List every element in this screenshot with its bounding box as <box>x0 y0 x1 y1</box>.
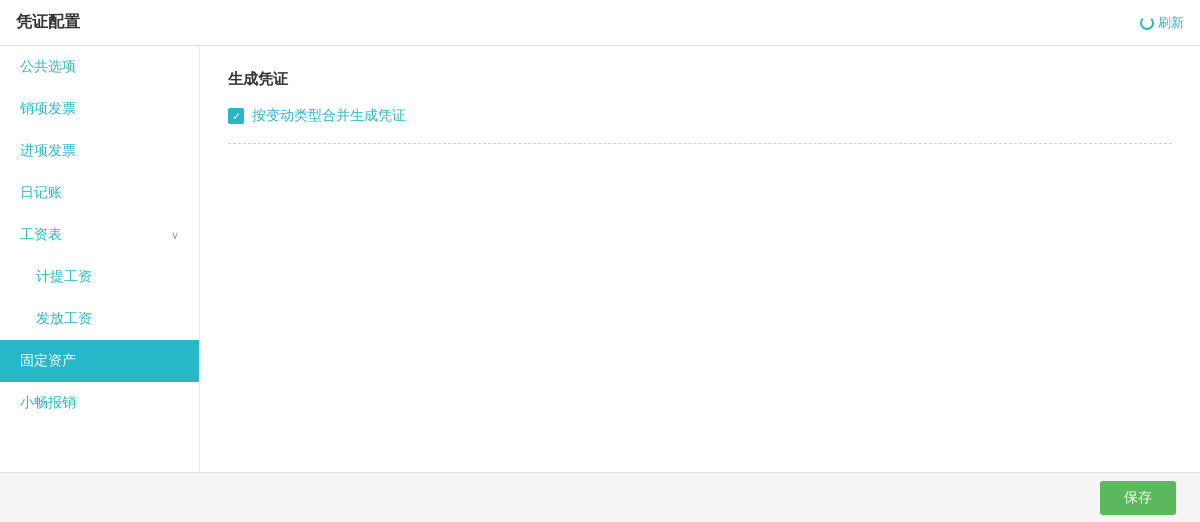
footer: 保存 <box>0 472 1200 522</box>
sidebar-item-public-options[interactable]: 公共选项 <box>0 46 199 88</box>
content-area: 生成凭证 ✓ 按变动类型合并生成凭证 <box>200 46 1200 472</box>
merge-checkbox[interactable]: ✓ <box>228 108 244 124</box>
sidebar-item-fixed-assets[interactable]: 固定资产 <box>0 340 199 382</box>
sidebar-item-payroll-table[interactable]: 工资表 ∨ <box>0 214 199 256</box>
sidebar-item-label: 固定资产 <box>20 352 76 370</box>
sidebar-item-sales-invoice[interactable]: 销项发票 <box>0 88 199 130</box>
checkbox-row: ✓ 按变动类型合并生成凭证 <box>228 107 1172 125</box>
refresh-button[interactable]: 刷新 <box>1140 14 1184 32</box>
sidebar-item-label: 公共选项 <box>20 58 76 76</box>
save-button[interactable]: 保存 <box>1100 481 1176 515</box>
sidebar-item-label: 销项发票 <box>20 100 76 118</box>
sidebar-item-purchase-invoice[interactable]: 进项发票 <box>0 130 199 172</box>
sidebar-item-accrued-salary[interactable]: 计提工资 <box>0 256 199 298</box>
refresh-icon <box>1140 16 1154 30</box>
sidebar-item-label: 小畅报销 <box>20 394 76 412</box>
sidebar-item-label: 计提工资 <box>36 268 92 286</box>
refresh-label: 刷新 <box>1158 14 1184 32</box>
section-divider <box>228 143 1172 144</box>
sidebar-item-label: 日记账 <box>20 184 62 202</box>
section-title: 生成凭证 <box>228 70 1172 89</box>
check-mark-icon: ✓ <box>232 111 241 122</box>
sidebar-item-label: 发放工资 <box>36 310 92 328</box>
sidebar: 公共选项销项发票进项发票日记账工资表 ∨ 计提工资发放工资固定资产小畅报销 <box>0 46 200 472</box>
sidebar-item-journal[interactable]: 日记账 <box>0 172 199 214</box>
header: 凭证配置 刷新 <box>0 0 1200 46</box>
page-wrapper: 凭证配置 刷新 公共选项销项发票进项发票日记账工资表 ∨ 计提工资发放工资固定资产小… <box>0 0 1200 522</box>
page-title: 凭证配置 <box>16 12 80 33</box>
sidebar-item-pay-salary[interactable]: 发放工资 <box>0 298 199 340</box>
sidebar-item-label: 工资表 <box>20 226 62 244</box>
sidebar-item-label: 进项发票 <box>20 142 76 160</box>
chevron-down-icon: ∨ <box>171 229 179 242</box>
sidebar-item-expense-reimbursement[interactable]: 小畅报销 <box>0 382 199 424</box>
checkbox-label[interactable]: 按变动类型合并生成凭证 <box>252 107 406 125</box>
main-area: 公共选项销项发票进项发票日记账工资表 ∨ 计提工资发放工资固定资产小畅报销 生成凭证… <box>0 46 1200 472</box>
